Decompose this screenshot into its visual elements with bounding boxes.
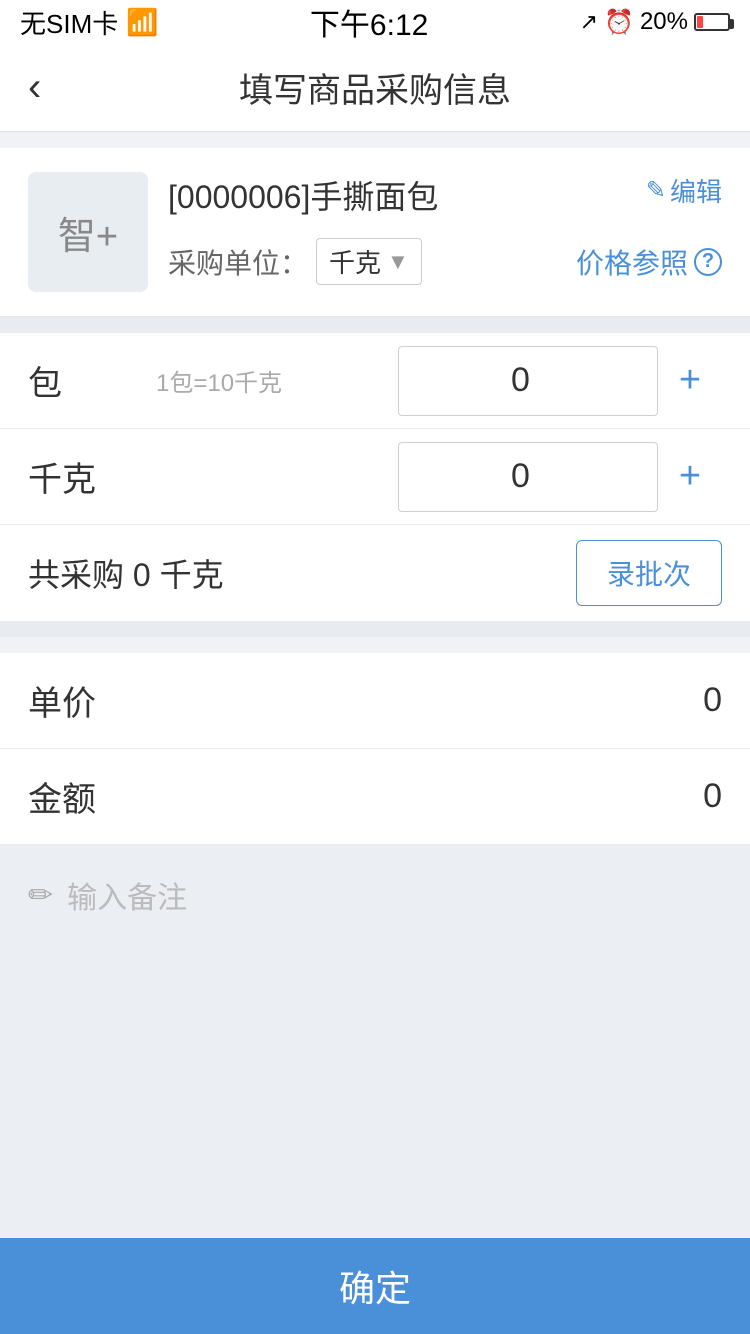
confirm-label: 确定 xyxy=(339,1260,411,1312)
kg-label: 千克 xyxy=(28,452,148,501)
bao-input[interactable] xyxy=(398,346,658,416)
kg-input[interactable] xyxy=(398,442,658,512)
product-image-label: 智+ xyxy=(58,205,118,260)
bao-input-right: + xyxy=(398,346,722,416)
edit-button[interactable]: ✎ 编辑 xyxy=(646,172,722,209)
product-card: 智+ [0000006]手撕面包 ✎ 编辑 采购单位： 千克 ▼ 价格参照 ? xyxy=(0,148,750,317)
batch-button[interactable]: 录批次 xyxy=(576,540,722,606)
status-time: 下午6:12 xyxy=(310,0,428,44)
product-name: [0000006]手撕面包 xyxy=(168,172,646,218)
bottom-area xyxy=(0,945,750,1245)
unit-price-row: 单价 0 xyxy=(0,653,750,749)
status-left: 无SIM卡 📶 xyxy=(20,4,159,41)
wifi-icon: 📶 xyxy=(126,7,158,38)
kg-input-right: + xyxy=(398,442,722,512)
product-header: [0000006]手撕面包 ✎ 编辑 xyxy=(168,172,722,218)
price-ref-button[interactable]: 价格参照 ? xyxy=(576,242,722,282)
bao-label: 包 xyxy=(28,356,148,405)
product-image: 智+ xyxy=(28,172,148,292)
status-right: ↗ ⏰ 20% xyxy=(580,8,730,37)
edit-icon: ✎ xyxy=(646,176,666,205)
unit-value: 千克 xyxy=(329,243,381,280)
unit-price-label: 单价 xyxy=(28,676,96,725)
amount-label: 金额 xyxy=(28,772,96,821)
help-icon: ? xyxy=(694,248,722,276)
pencil-icon: ✏ xyxy=(28,878,53,913)
kg-input-row: 千克 + xyxy=(0,429,750,525)
input-section: 包 1包=10千克 + 千克 + xyxy=(0,333,750,525)
back-button[interactable]: ‹ xyxy=(28,65,41,110)
note-placeholder: 输入备注 xyxy=(67,873,187,917)
amount-value: 0 xyxy=(703,777,722,816)
unit-prefix: 采购单位： xyxy=(168,242,308,282)
bao-sublabel: 1包=10千克 xyxy=(156,363,282,398)
alarm-icon: ⏰ xyxy=(604,8,634,37)
summary-text: 共采购 0 千克 xyxy=(28,550,224,596)
kg-plus-button[interactable]: + xyxy=(658,442,722,512)
separator-1 xyxy=(0,317,750,333)
battery-percent: 20% xyxy=(640,8,688,36)
edit-label: 编辑 xyxy=(670,172,722,209)
location-icon: ↗ xyxy=(580,9,598,35)
dropdown-arrow-icon: ▼ xyxy=(387,249,409,275)
price-section: 单价 0 金额 0 xyxy=(0,653,750,845)
page-title: 填写商品采购信息 xyxy=(239,63,511,112)
status-bar: 无SIM卡 📶 下午6:12 ↗ ⏰ 20% xyxy=(0,0,750,44)
note-section[interactable]: ✏ 输入备注 xyxy=(0,845,750,945)
carrier-label: 无SIM卡 xyxy=(20,4,118,41)
price-ref-label: 价格参照 xyxy=(576,242,688,282)
summary-row: 共采购 0 千克 录批次 xyxy=(0,525,750,621)
unit-selector[interactable]: 千克 ▼ xyxy=(316,238,422,285)
bao-plus-button[interactable]: + xyxy=(658,346,722,416)
separator-2 xyxy=(0,621,750,637)
unit-selector-wrap: 采购单位： 千克 ▼ xyxy=(168,238,422,285)
battery-icon xyxy=(694,13,730,31)
amount-row: 金额 0 xyxy=(0,749,750,845)
product-info: [0000006]手撕面包 ✎ 编辑 采购单位： 千克 ▼ 价格参照 ? xyxy=(168,172,722,285)
confirm-button[interactable]: 确定 xyxy=(0,1238,750,1334)
product-unit-row: 采购单位： 千克 ▼ 价格参照 ? xyxy=(168,238,722,285)
nav-bar: ‹ 填写商品采购信息 xyxy=(0,44,750,132)
bao-input-row: 包 1包=10千克 + xyxy=(0,333,750,429)
unit-price-value: 0 xyxy=(703,681,722,720)
